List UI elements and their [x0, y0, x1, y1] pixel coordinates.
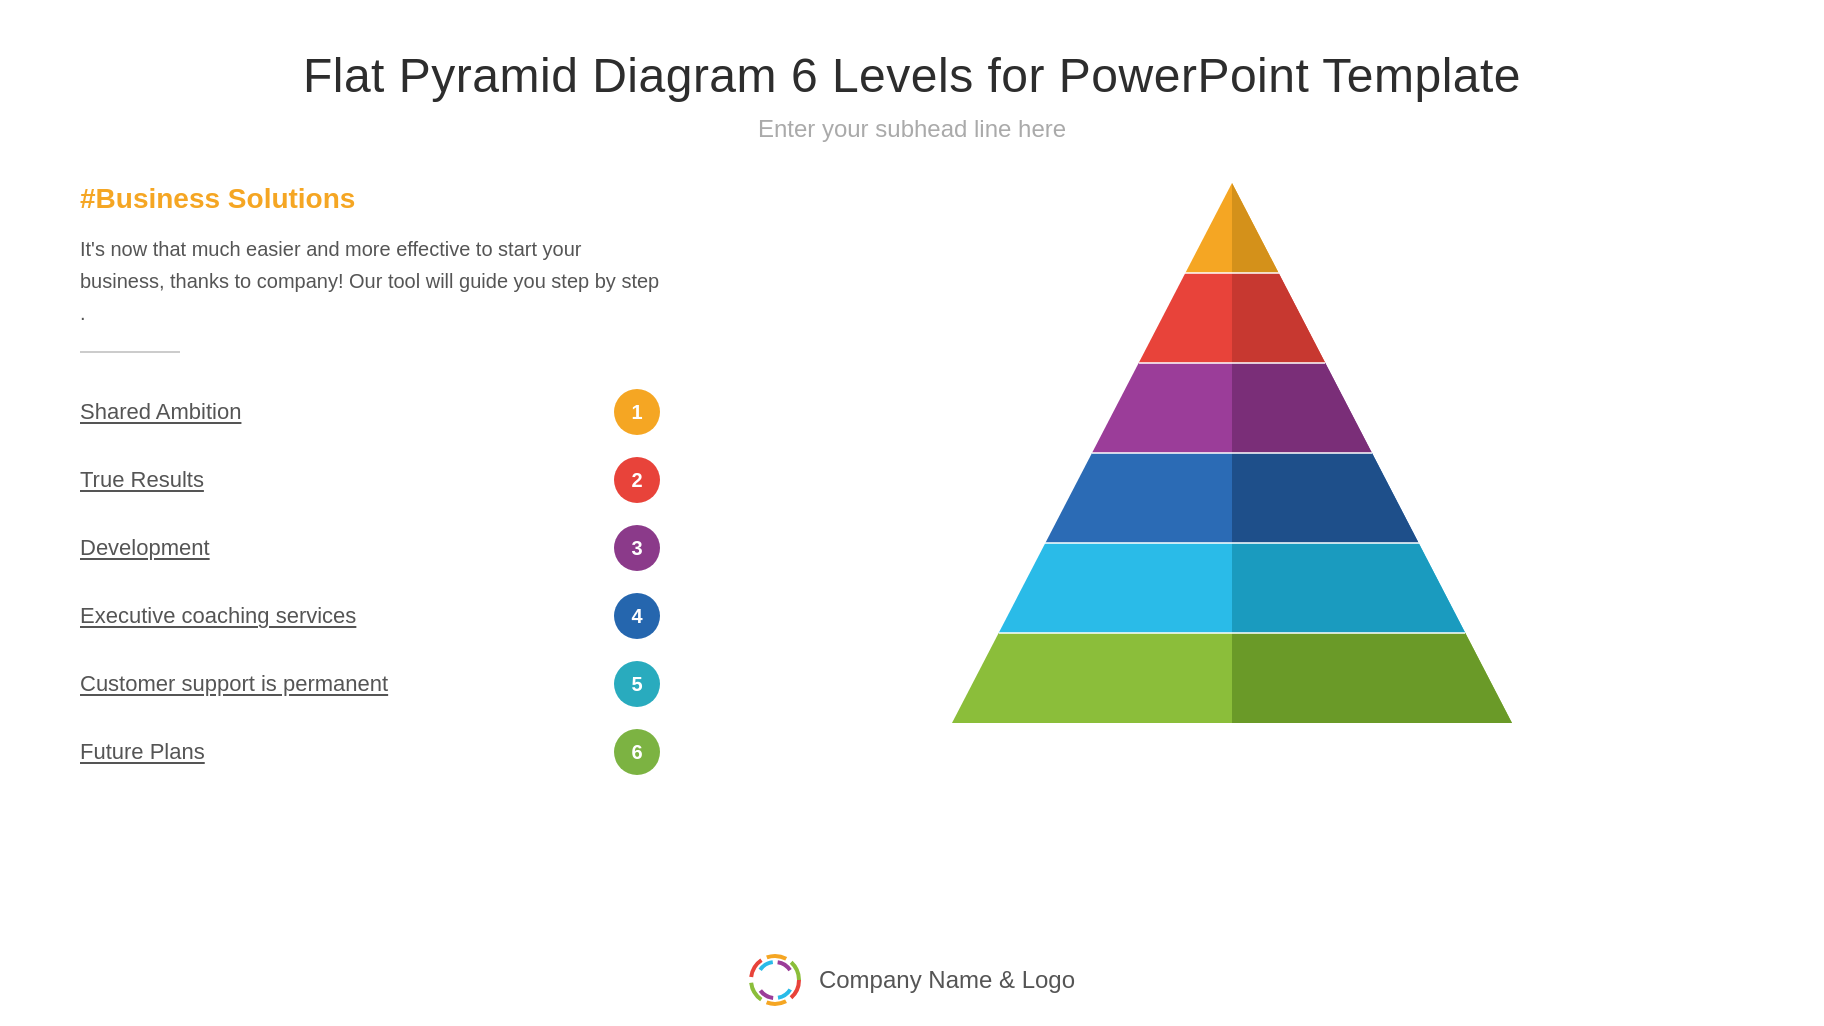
list-row: Development 3	[80, 519, 660, 577]
company-logo-text: Company Name & Logo	[819, 966, 1075, 994]
list-row: Shared Ambition 1	[80, 383, 660, 441]
list-item-badge: 2	[614, 457, 660, 503]
left-panel: #Business Solutions It's now that much e…	[80, 173, 720, 781]
description: It's now that much easier and more effec…	[80, 233, 660, 329]
subhead: Enter your subhead line here	[303, 115, 1521, 143]
divider	[80, 351, 180, 353]
list-item-badge: 5	[614, 661, 660, 707]
list-item-label[interactable]: Customer support is permanent	[80, 671, 388, 697]
right-panel	[720, 173, 1744, 733]
list-item-label[interactable]: True Results	[80, 467, 204, 493]
business-tag: #Business Solutions	[80, 183, 660, 215]
company-logo-icon	[749, 954, 801, 1006]
page: Flat Pyramid Diagram 6 Levels for PowerP…	[0, 0, 1824, 1026]
list-item-label[interactable]: Future Plans	[80, 739, 205, 765]
list-row: Customer support is permanent 5	[80, 655, 660, 713]
footer: Company Name & Logo	[0, 924, 1824, 1026]
main-title: Flat Pyramid Diagram 6 Levels for PowerP…	[303, 48, 1521, 103]
pyramid-container	[922, 173, 1542, 733]
list-item-label[interactable]: Shared Ambition	[80, 399, 241, 425]
list-row: Executive coaching services 4	[80, 587, 660, 645]
list-item-label[interactable]: Executive coaching services	[80, 603, 356, 629]
list-row: Future Plans 6	[80, 723, 660, 781]
pyramid-svg	[922, 173, 1542, 733]
list-item-badge: 6	[614, 729, 660, 775]
list-row: True Results 2	[80, 451, 660, 509]
list-item-badge: 3	[614, 525, 660, 571]
list-items: Shared Ambition 1 True Results 2 Development…	[80, 383, 660, 781]
header: Flat Pyramid Diagram 6 Levels for PowerP…	[303, 0, 1521, 153]
list-item-badge: 1	[614, 389, 660, 435]
list-item-label[interactable]: Development	[80, 535, 210, 561]
content-area: #Business Solutions It's now that much e…	[0, 153, 1824, 924]
list-item-badge: 4	[614, 593, 660, 639]
